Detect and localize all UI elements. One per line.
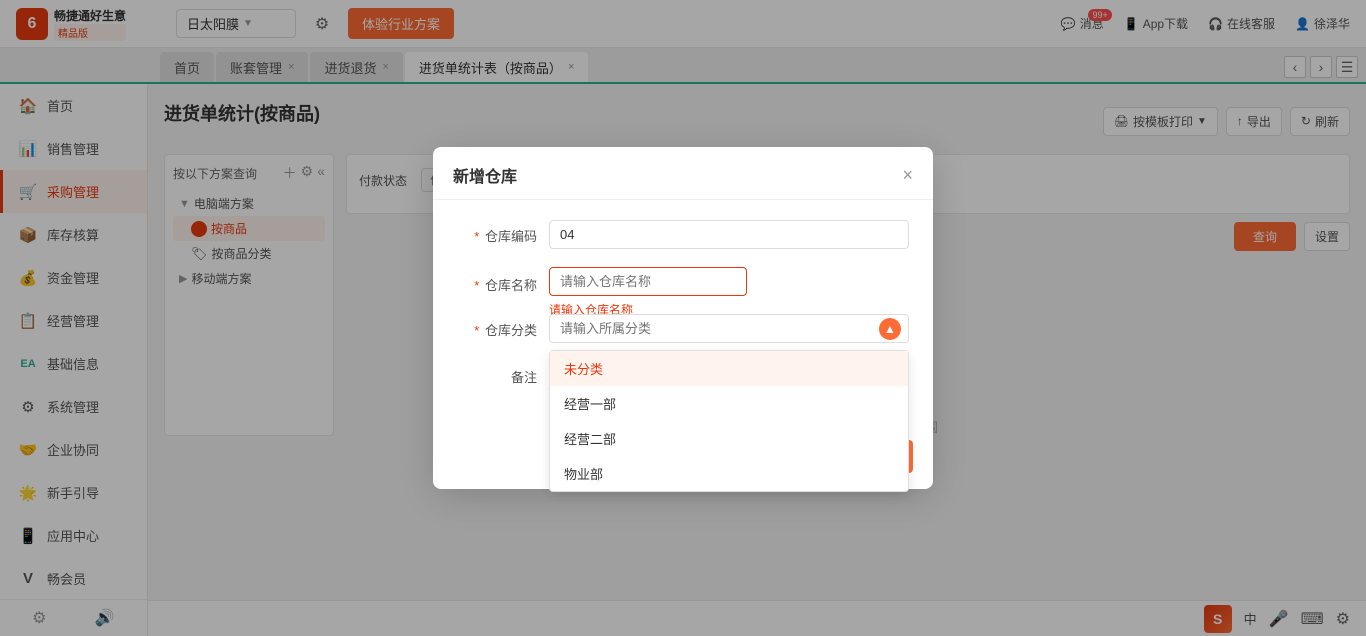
modal-header: 新增仓库 × <box>433 147 933 200</box>
category-input[interactable] <box>549 314 909 343</box>
warehouse-code-input[interactable] <box>549 220 909 249</box>
modal-close-btn[interactable]: × <box>902 166 913 184</box>
code-label: * 仓库编码 <box>457 220 537 245</box>
category-label: * 仓库分类 <box>457 314 537 339</box>
form-row-code: * 仓库编码 <box>457 220 909 249</box>
dropdown-item-unclassified[interactable]: 未分类 <box>550 351 908 386</box>
form-row-name: * 仓库名称 请输入仓库名称 <box>457 267 909 296</box>
category-required-mark: * <box>474 323 479 338</box>
form-row-name-inner: * 仓库名称 <box>457 267 747 296</box>
category-dropdown: 未分类 经营一部 经营二部 物业部 <box>549 350 909 492</box>
form-row-category: * 仓库分类 ▲ 未分类 经营一部 经营二部 物业部 <box>457 314 909 343</box>
new-warehouse-modal: 新增仓库 × * 仓库编码 * 仓库名称 <box>433 147 933 489</box>
name-required-mark: * <box>474 278 479 293</box>
category-field-wrap: ▲ 未分类 经营一部 经营二部 物业部 <box>549 314 909 343</box>
name-label: * 仓库名称 <box>457 269 537 294</box>
note-label: 备注 <box>457 361 537 386</box>
category-toggle-btn[interactable]: ▲ <box>879 318 901 340</box>
dropdown-item-ops1[interactable]: 经营一部 <box>550 386 908 421</box>
modal-title: 新增仓库 <box>453 163 517 187</box>
dropdown-item-property[interactable]: 物业部 <box>550 456 908 491</box>
modal-body: * 仓库编码 * 仓库名称 请输入仓库名称 * <box>433 200 933 428</box>
code-required-mark: * <box>474 229 479 244</box>
warehouse-name-input[interactable] <box>549 267 747 296</box>
modal-overlay: 新增仓库 × * 仓库编码 * 仓库名称 <box>0 0 1366 636</box>
dropdown-item-ops2[interactable]: 经营二部 <box>550 421 908 456</box>
